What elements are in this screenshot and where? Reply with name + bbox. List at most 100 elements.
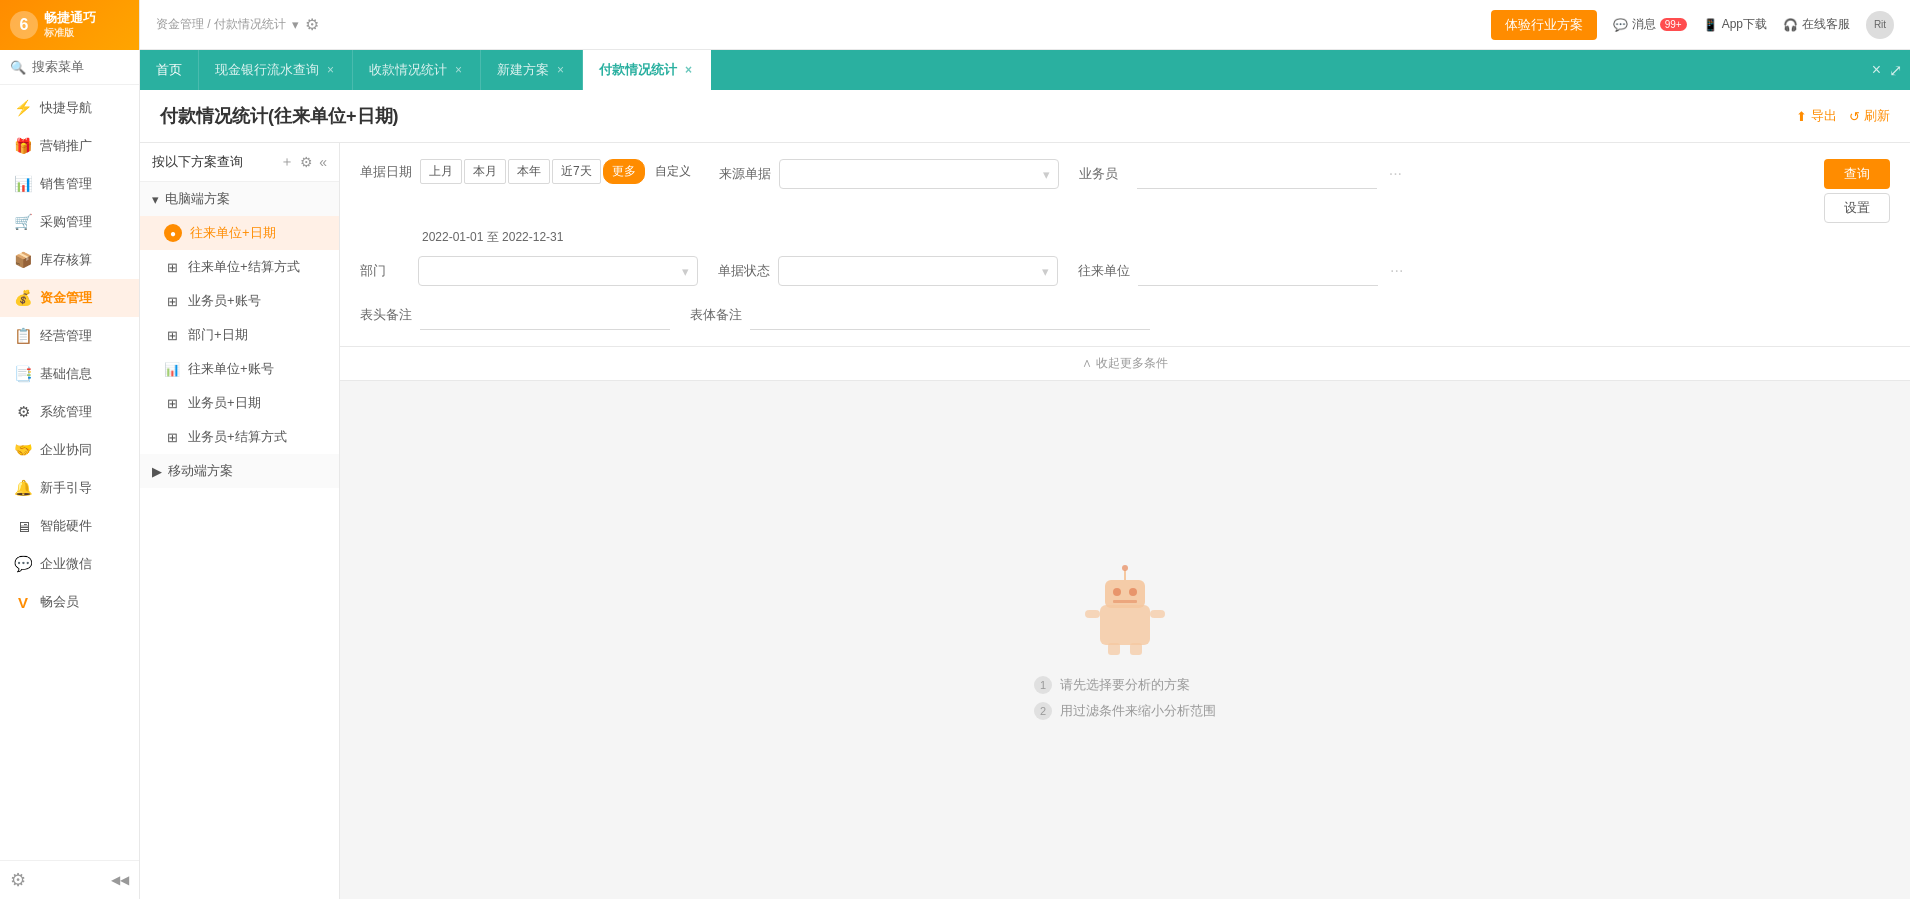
sidebar-item-enterprise[interactable]: 🤝 企业协同 — [0, 431, 139, 469]
notifications-btn[interactable]: 💬 消息 99+ — [1613, 16, 1687, 33]
tab-receipt-stats-close[interactable]: × — [453, 61, 464, 79]
main-area: 资金管理 / 付款情况统计 ▾ ⚙ 体验行业方案 💬 消息 99+ 📱 App下… — [140, 0, 1910, 899]
inventory-icon: 📦 — [14, 251, 32, 269]
sidebar-item-wechat[interactable]: 💬 企业微信 — [0, 545, 139, 583]
tab-payment-stats-close[interactable]: × — [683, 61, 694, 79]
date-btn-custom[interactable]: 自定义 — [647, 160, 699, 183]
svg-rect-7 — [1108, 643, 1120, 655]
tab-bar: 首页 现金银行流水查询 × 收款情况统计 × 新建方案 × 付款情况统计 × ×… — [140, 50, 1910, 90]
search-menu[interactable]: 🔍 搜索菜单 — [0, 50, 139, 85]
tab-cash-flow-close[interactable]: × — [325, 61, 336, 79]
dept-select-arrow: ▾ — [682, 264, 689, 279]
sidebar-item-marketing[interactable]: 🎁 营销推广 — [0, 127, 139, 165]
body-note-input[interactable] — [750, 300, 1150, 330]
tab-expand-btn[interactable]: ⤢ — [1889, 61, 1902, 80]
sidebar-item-sales[interactable]: 📊 销售管理 — [0, 165, 139, 203]
collapse-conditions-btn[interactable]: ∧ 收起更多条件 — [340, 347, 1910, 381]
header-actions: 体验行业方案 💬 消息 99+ 📱 App下载 🎧 在线客服 Rit — [1491, 10, 1894, 40]
user-avatar[interactable]: Rit — [1866, 11, 1894, 39]
sidebar-item-finance[interactable]: 💰 资金管理 — [0, 279, 139, 317]
sidebar-item-member[interactable]: V 畅会员 — [0, 583, 139, 621]
source-select[interactable]: ▾ — [779, 159, 1059, 189]
logo-icon: 6 — [10, 11, 38, 39]
breadcrumb-dropdown-icon[interactable]: ▾ — [292, 17, 299, 32]
filter-settings-btn[interactable]: 设置 — [1824, 193, 1890, 223]
desktop-scheme-group: ▾ 电脑端方案 ● 往来单位+日期 ⊞ 往来单位+结算方式 ⊞ 业务员+账号 — [140, 182, 339, 454]
tab-new-scheme[interactable]: 新建方案 × — [481, 50, 583, 90]
logo-name: 畅捷通巧 — [44, 10, 96, 26]
panel-collapse-btn[interactable]: « — [319, 154, 327, 170]
scheme-staff-date-icon: ⊞ — [164, 395, 180, 411]
query-btn[interactable]: 查询 — [1824, 159, 1890, 189]
export-btn[interactable]: ⬆ 导出 — [1796, 107, 1837, 125]
marketing-icon: 🎁 — [14, 137, 32, 155]
tab-payment-stats-label: 付款情况统计 — [599, 61, 677, 79]
sidebar-item-hardware[interactable]: 🖥 智能硬件 — [0, 507, 139, 545]
scheme-staff-settle[interactable]: ⊞ 业务员+结算方式 — [140, 420, 339, 454]
sidebar-item-inventory[interactable]: 📦 库存核算 — [0, 241, 139, 279]
scheme-unit-account[interactable]: 📊 往来单位+账号 — [140, 352, 339, 386]
unit-input[interactable] — [1138, 256, 1378, 286]
date-label: 单据日期 — [360, 163, 412, 181]
date-btn-this-month[interactable]: 本月 — [464, 159, 506, 184]
sidebar-logo: 6 畅捷通巧 标准版 — [0, 0, 139, 50]
tab-close-all-btn[interactable]: × — [1872, 61, 1881, 79]
tab-payment-stats[interactable]: 付款情况统计 × — [583, 50, 711, 90]
online-service-btn[interactable]: 🎧 在线客服 — [1783, 16, 1850, 33]
sidebar-item-guide[interactable]: 🔔 新手引导 — [0, 469, 139, 507]
sidebar-item-purchase[interactable]: 🛒 采购管理 — [0, 203, 139, 241]
app-icon: 📱 — [1703, 18, 1718, 32]
tab-receipt-stats[interactable]: 收款情况统计 × — [353, 50, 481, 90]
scheme-staff-settle-label: 业务员+结算方式 — [188, 428, 287, 446]
scheme-staff-date[interactable]: ⊞ 业务员+日期 — [140, 386, 339, 420]
date-btn-last-7-days[interactable]: 近7天 — [552, 159, 601, 184]
app-download-label: App下载 — [1722, 16, 1767, 33]
status-select[interactable]: ▾ — [778, 256, 1058, 286]
desktop-group-header[interactable]: ▾ 电脑端方案 — [140, 182, 339, 216]
sidebar-item-basic[interactable]: 📑 基础信息 — [0, 355, 139, 393]
sidebar-item-system[interactable]: ⚙ 系统管理 — [0, 393, 139, 431]
mobile-group-header[interactable]: ▶ 移动端方案 — [140, 454, 339, 488]
source-label: 来源单据 — [719, 165, 771, 183]
filter-header-note-item: 表头备注 — [360, 300, 670, 330]
tab-new-scheme-close[interactable]: × — [555, 61, 566, 79]
tab-home[interactable]: 首页 — [140, 50, 199, 90]
panel-add-btn[interactable]: ＋ — [280, 153, 294, 171]
page-title-bar: 付款情况统计(往来单位+日期) ⬆ 导出 ↺ 刷新 — [140, 90, 1910, 143]
filter-salesperson-item: 业务员 ··· — [1079, 159, 1402, 189]
sidebar-item-quick-nav[interactable]: ⚡ 快捷导航 — [0, 89, 139, 127]
scheme-unit-settle[interactable]: ⊞ 往来单位+结算方式 — [140, 250, 339, 284]
sidebar-settings-btn[interactable]: ⚙ — [10, 869, 26, 891]
sidebar-item-operation[interactable]: 📋 经营管理 — [0, 317, 139, 355]
date-btn-last-month[interactable]: 上月 — [420, 159, 462, 184]
filter-status-item: 单据状态 ▾ — [718, 256, 1058, 286]
salesperson-input[interactable] — [1137, 159, 1377, 189]
unit-dots[interactable]: ··· — [1390, 262, 1403, 280]
sidebar-collapse-btn[interactable]: ◀◀ — [111, 873, 129, 887]
wechat-icon: 💬 — [14, 555, 32, 573]
search-label: 搜索菜单 — [32, 58, 84, 76]
mobile-group-label: 移动端方案 — [168, 462, 233, 480]
header-settings-icon[interactable]: ⚙ — [305, 15, 319, 34]
try-industry-btn[interactable]: 体验行业方案 — [1491, 10, 1597, 40]
dept-select[interactable]: ▾ — [418, 256, 698, 286]
header-note-input[interactable] — [420, 300, 670, 330]
date-btn-this-year[interactable]: 本年 — [508, 159, 550, 184]
refresh-btn[interactable]: ↺ 刷新 — [1849, 107, 1890, 125]
app-download-btn[interactable]: 📱 App下载 — [1703, 16, 1767, 33]
export-icon: ⬆ — [1796, 109, 1807, 124]
finance-icon: 💰 — [14, 289, 32, 307]
wechat-label: 企业微信 — [40, 555, 92, 573]
scheme-unit-date[interactable]: ● 往来单位+日期 — [140, 216, 339, 250]
title-actions: ⬆ 导出 ↺ 刷新 — [1796, 107, 1890, 125]
tab-cash-flow[interactable]: 现金银行流水查询 × — [199, 50, 353, 90]
salesperson-dots[interactable]: ··· — [1389, 165, 1402, 183]
panel-header-actions: ＋ ⚙ « — [280, 153, 327, 171]
tab-new-scheme-label: 新建方案 — [497, 61, 549, 79]
panel-settings-btn[interactable]: ⚙ — [300, 154, 313, 170]
collapse-btn-label: ∧ 收起更多条件 — [1082, 356, 1167, 370]
panel-header: 按以下方案查询 ＋ ⚙ « — [140, 143, 339, 182]
date-btn-more[interactable]: 更多 — [603, 159, 645, 184]
scheme-staff-account[interactable]: ⊞ 业务员+账号 — [140, 284, 339, 318]
scheme-dept-date[interactable]: ⊞ 部门+日期 — [140, 318, 339, 352]
